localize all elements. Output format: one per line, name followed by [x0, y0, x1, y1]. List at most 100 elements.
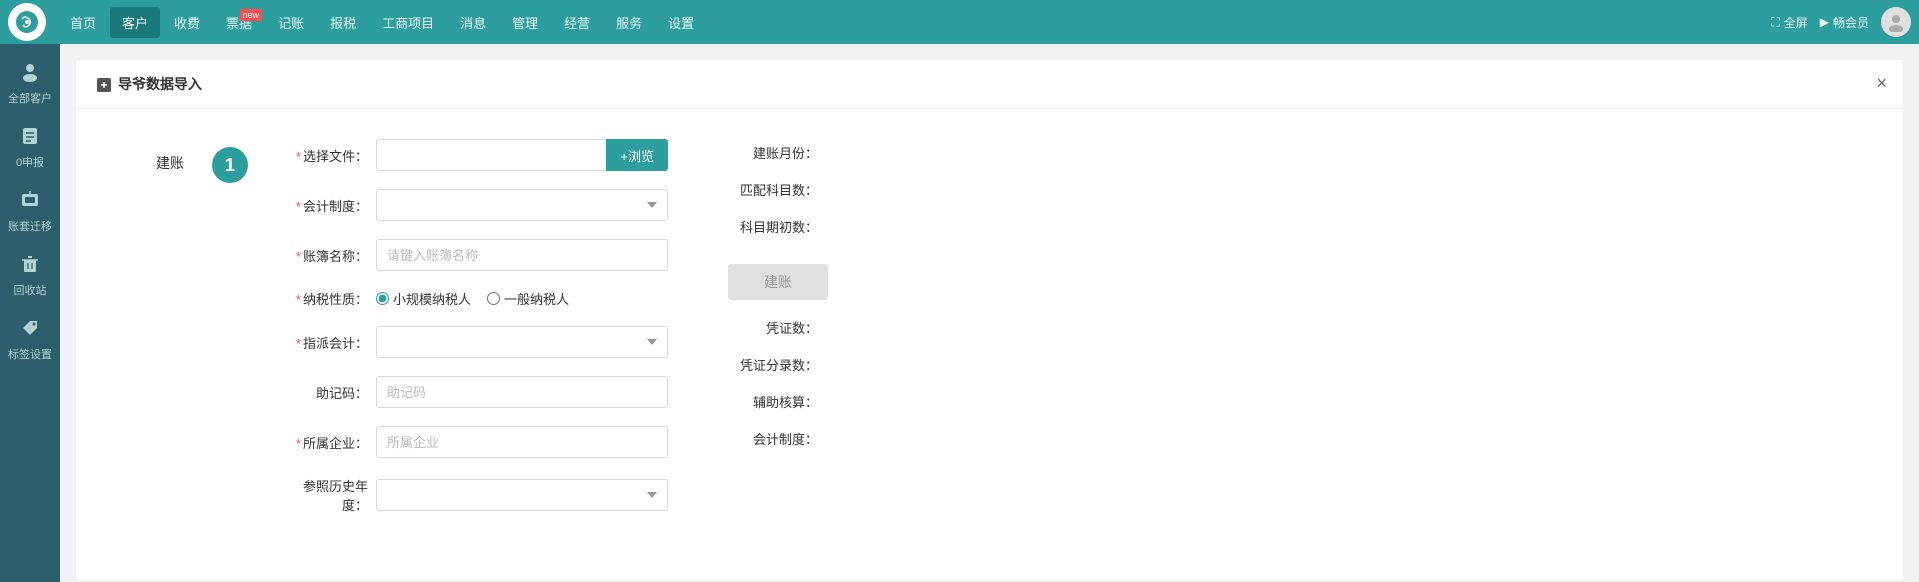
- required-star-3: *: [296, 249, 301, 264]
- select-file-row: *选择文件： +浏览: [288, 139, 668, 171]
- required-star-1: *: [296, 149, 301, 164]
- sidebar-item-tag-settings-label: 标签设置: [8, 346, 52, 362]
- accounting-system-row: *会计制度：: [288, 189, 668, 221]
- assign-accountant-row: *指派会计：: [288, 326, 668, 358]
- nav-item-fees[interactable]: 收费: [162, 7, 212, 38]
- form-container: 建账 1 *选择文件： +浏览: [76, 109, 1903, 544]
- required-star-2: *: [296, 199, 301, 214]
- match-accounts-row: 匹配科目数：: [728, 180, 948, 199]
- right-panel: 建账月份： 匹配科目数： 科目期初数： 建账 凭证数：: [728, 139, 948, 514]
- period-opening-row: 科目期初数：: [728, 217, 948, 236]
- sidebar-item-recycle[interactable]: 回收站: [3, 246, 57, 306]
- required-star-6: *: [296, 436, 301, 451]
- vouchers-label: 凭证数：: [728, 318, 818, 337]
- top-nav: 首页 客户 收费 票据 new 记账 报税 工商项目 消息 管理 经营 服务 设…: [0, 0, 1919, 44]
- nav-item-bookkeeping[interactable]: 记账: [266, 7, 316, 38]
- jianzhang-label: 建账: [156, 153, 184, 173]
- sidebar-item-tag-settings[interactable]: 标签设置: [3, 310, 57, 370]
- nav-item-manage[interactable]: 管理: [500, 7, 550, 38]
- tax-general-radio-item[interactable]: 一般纳税人: [487, 289, 569, 308]
- assign-accountant-select[interactable]: [376, 326, 668, 358]
- fullscreen-btn[interactable]: ⛶ 全屏: [1771, 14, 1807, 31]
- vouchers-row: 凭证数：: [728, 318, 948, 337]
- required-star-4: *: [296, 292, 301, 307]
- modal-header: 导爷数据导入 ×: [76, 60, 1903, 109]
- setup-month-row: 建账月份：: [728, 143, 948, 162]
- tax-small-label: 小规模纳税人: [393, 289, 471, 308]
- tax-type-row: *纳税性质： 小规模纳税人 一般纳税人: [288, 289, 668, 308]
- match-accounts-label: 匹配科目数：: [728, 180, 818, 199]
- trash-icon: [20, 254, 40, 279]
- file-path-input[interactable]: [376, 139, 606, 171]
- new-badge: new: [240, 9, 263, 21]
- ref-year-row: 参照历史年度：: [288, 476, 668, 514]
- nav-item-client[interactable]: 客户: [110, 7, 160, 38]
- tax-general-label: 一般纳税人: [504, 289, 569, 308]
- ledger-name-input[interactable]: [376, 239, 668, 271]
- accounting-system-label: *会计制度：: [288, 196, 368, 215]
- person-icon: [20, 62, 40, 87]
- aux-accounting-label: 辅助核算：: [728, 392, 818, 411]
- sidebar-item-recycle-label: 回收站: [14, 282, 47, 298]
- nav-item-settings[interactable]: 设置: [656, 7, 706, 38]
- aux-accounting-row: 辅助核算：: [728, 392, 948, 411]
- nav-item-tax[interactable]: 报税: [318, 7, 368, 38]
- tax-general-radio[interactable]: [487, 292, 500, 305]
- fullscreen-icon: ⛶: [1771, 15, 1779, 30]
- modal-close-button[interactable]: ×: [1876, 74, 1887, 92]
- tax-small-radio[interactable]: [376, 292, 389, 305]
- nav-item-home[interactable]: 首页: [58, 7, 108, 38]
- company-input[interactable]: [376, 426, 668, 458]
- nav-item-business[interactable]: 工商项目: [370, 7, 446, 38]
- period-opening-label: 科目期初数：: [728, 217, 818, 236]
- tax-type-label: *纳税性质：: [288, 289, 368, 308]
- assign-accountant-label: *指派会计：: [288, 333, 368, 352]
- browse-button[interactable]: +浏览: [606, 139, 668, 171]
- declaration-icon: [20, 126, 40, 151]
- sidebar-item-zero-declaration-label: 0申报: [16, 154, 44, 170]
- nav-item-invoices[interactable]: 票据 new: [214, 7, 264, 38]
- voucher-entries-label: 凭证分录数：: [728, 355, 818, 374]
- main-layout: 全部客户 0申报 账套迁移: [0, 44, 1919, 582]
- import-icon: [96, 75, 112, 92]
- avatar[interactable]: [1881, 7, 1911, 37]
- content-area: 导爷数据导入 × 建账 1 *选择文件：: [60, 44, 1919, 582]
- sidebar: 全部客户 0申报 账套迁移: [0, 44, 60, 582]
- tax-small-radio-item[interactable]: 小规模纳税人: [376, 289, 471, 308]
- sidebar-item-all-clients[interactable]: 全部客户: [3, 54, 57, 114]
- setup-month-label: 建账月份：: [728, 143, 818, 162]
- nav-item-operations[interactable]: 经营: [552, 7, 602, 38]
- memo-code-input[interactable]: [376, 376, 668, 408]
- file-input-wrapper: +浏览: [376, 139, 668, 171]
- nav-items: 首页 客户 收费 票据 new 记账 报税 工商项目 消息 管理 经营 服务 设…: [58, 7, 1771, 38]
- memo-code-label: 助记码：: [288, 383, 368, 402]
- submit-jianzhang-button[interactable]: 建账: [728, 264, 828, 300]
- select-file-label: *选择文件：: [288, 146, 368, 165]
- tax-type-radio-group: 小规模纳税人 一般纳税人: [376, 289, 668, 308]
- accounting-system-select[interactable]: [376, 189, 668, 221]
- ledger-name-label: *账簿名称：: [288, 246, 368, 265]
- nav-item-service[interactable]: 服务: [604, 7, 654, 38]
- import-modal: 导爷数据导入 × 建账 1 *选择文件：: [76, 60, 1903, 580]
- form-fields: *选择文件： +浏览 *会计制度：: [288, 139, 668, 514]
- sidebar-item-account-migration[interactable]: 账套迁移: [3, 182, 57, 242]
- right-accounting-system-label: 会计制度：: [728, 429, 818, 448]
- memo-code-row: 助记码：: [288, 376, 668, 408]
- form-left: 建账 1 *选择文件： +浏览: [156, 139, 668, 514]
- step-badge: 1: [212, 147, 248, 183]
- migration-icon: [20, 190, 40, 215]
- tag-icon: [20, 318, 40, 343]
- required-star-5: *: [296, 336, 301, 351]
- company-label: *所属企业：: [288, 433, 368, 452]
- sidebar-item-zero-declaration[interactable]: 0申报: [3, 118, 57, 178]
- member-btn[interactable]: ▶ 畅会员: [1820, 14, 1869, 31]
- sidebar-item-account-migration-label: 账套迁移: [8, 218, 52, 234]
- ref-year-select[interactable]: [376, 479, 668, 511]
- app-logo: [8, 3, 46, 41]
- company-row: *所属企业：: [288, 426, 668, 458]
- sidebar-item-all-clients-label: 全部客户: [8, 90, 52, 106]
- ledger-name-row: *账簿名称：: [288, 239, 668, 271]
- nav-item-messages[interactable]: 消息: [448, 7, 498, 38]
- nav-right: ⛶ 全屏 ▶ 畅会员: [1771, 7, 1911, 37]
- play-icon: ▶: [1820, 15, 1829, 29]
